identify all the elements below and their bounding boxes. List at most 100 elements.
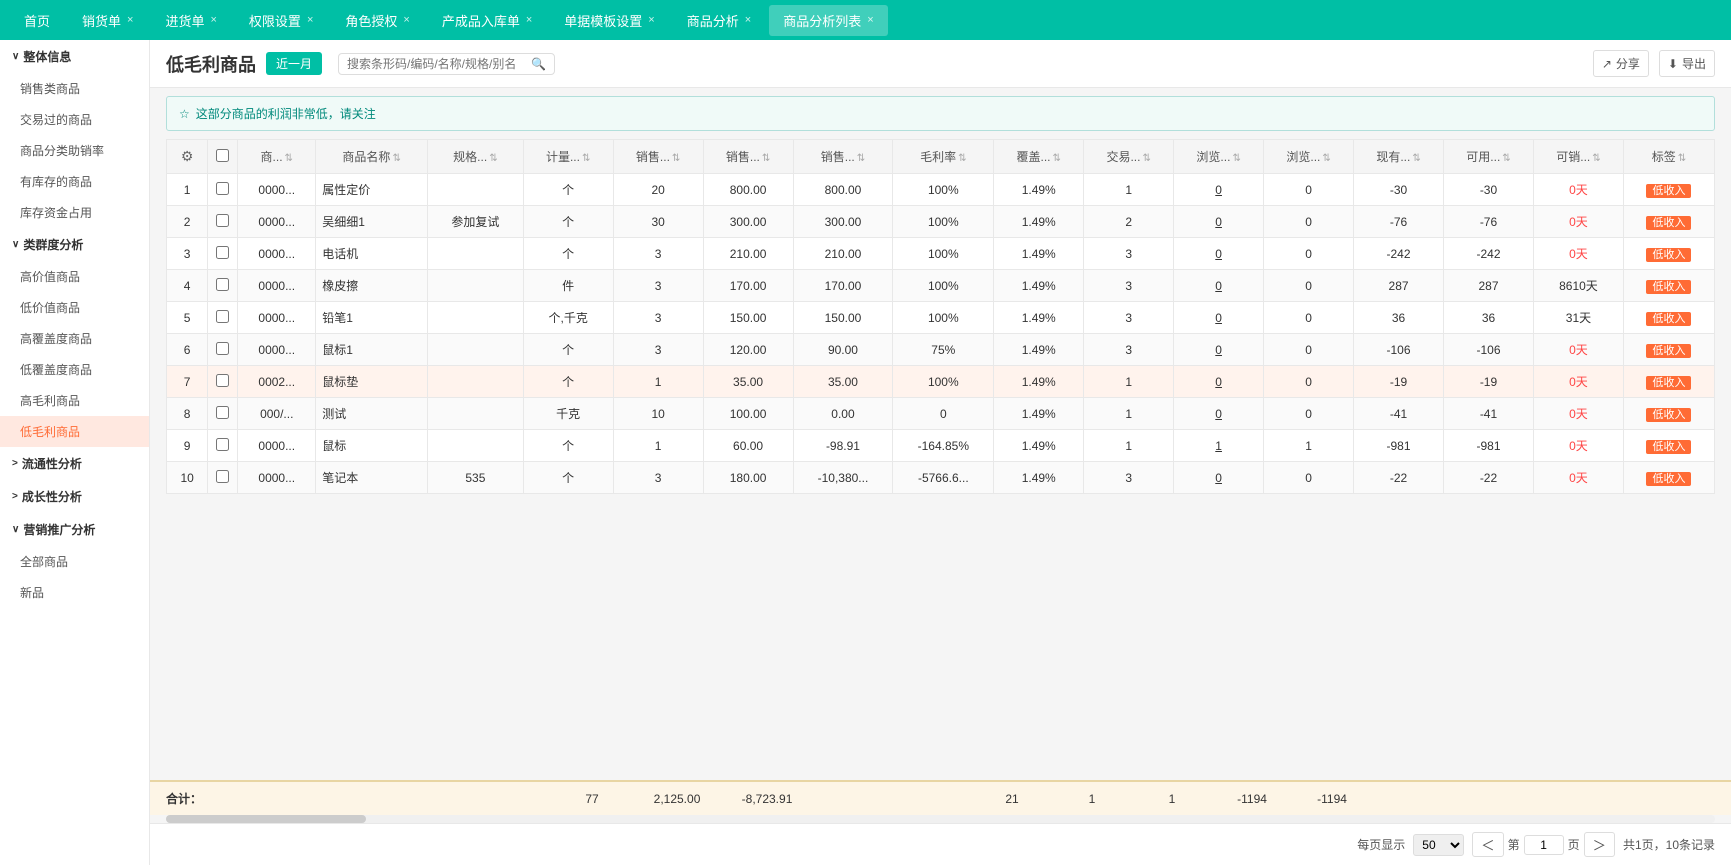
nav-item-商品分析[interactable]: 商品分析× [673, 5, 765, 36]
sidebar-item-高价值商品[interactable]: 高价值商品 [0, 261, 149, 292]
cell-view1[interactable]: 0 [1174, 238, 1264, 270]
nav-item-进货单[interactable]: 进货单× [151, 5, 230, 36]
sidebar-item-高毛利商品[interactable]: 高毛利商品 [0, 385, 149, 416]
cell-view1[interactable]: 0 [1174, 462, 1264, 494]
view-link[interactable]: 0 [1215, 279, 1222, 293]
select-all-checkbox[interactable] [216, 149, 229, 162]
page-number-input[interactable] [1524, 835, 1564, 855]
cell-checkbox[interactable] [208, 174, 238, 206]
nav-item-产成品入库单[interactable]: 产成品入库单× [428, 5, 546, 36]
cell-checkbox[interactable] [208, 206, 238, 238]
cell-checkbox[interactable] [208, 334, 238, 366]
col-header-name[interactable]: 商品名称⇅ [316, 140, 428, 174]
sidebar-item-交易过的商品[interactable]: 交易过的商品 [0, 104, 149, 135]
sidebar-item-低毛利商品[interactable]: 低毛利商品 [0, 416, 149, 447]
sidebar-item-高覆盖度商品[interactable]: 高覆盖度商品 [0, 323, 149, 354]
scrollbar-thumb[interactable] [166, 815, 366, 823]
sidebar-group-title-成长性分析[interactable]: > 成长性分析 [0, 480, 149, 513]
row-checkbox[interactable] [216, 246, 229, 259]
sidebar-item-全部商品[interactable]: 全部商品 [0, 546, 149, 577]
cell-view1[interactable]: 0 [1174, 302, 1264, 334]
per-page-select[interactable]: 50 100 200 [1413, 834, 1464, 856]
sidebar-group-title-营销推广分析[interactable]: ∨ 营销推广分析 [0, 513, 149, 546]
nav-close-icon[interactable]: × [210, 14, 216, 26]
cell-view1[interactable]: 0 [1174, 398, 1264, 430]
nav-close-icon[interactable]: × [307, 14, 313, 26]
view-link[interactable]: 1 [1215, 439, 1222, 453]
search-input[interactable] [347, 57, 527, 71]
row-checkbox[interactable] [216, 214, 229, 227]
col-header-code[interactable]: 商...⇅ [238, 140, 316, 174]
nav-item-单据模板设置[interactable]: 单据模板设置× [550, 5, 668, 36]
sidebar-item-商品分类助销率[interactable]: 商品分类助销率 [0, 135, 149, 166]
view-link[interactable]: 0 [1215, 311, 1222, 325]
row-checkbox[interactable] [216, 470, 229, 483]
cell-checkbox[interactable] [208, 398, 238, 430]
sidebar-group-title-整体信息[interactable]: ∨ 整体信息 [0, 40, 149, 73]
sidebar-item-销售类商品[interactable]: 销售类商品 [0, 73, 149, 104]
sidebar-item-低覆盖度商品[interactable]: 低覆盖度商品 [0, 354, 149, 385]
nav-close-icon[interactable]: × [867, 14, 873, 26]
col-header-checkbox[interactable] [208, 140, 238, 174]
cell-view1[interactable]: 0 [1174, 174, 1264, 206]
sidebar-item-新品[interactable]: 新品 [0, 577, 149, 608]
col-header-sales_qty[interactable]: 销售...⇅ [613, 140, 703, 174]
sidebar-group-title-类群度分析[interactable]: ∨ 类群度分析 [0, 228, 149, 261]
nav-close-icon[interactable]: × [127, 14, 133, 26]
cell-checkbox[interactable] [208, 302, 238, 334]
view-link[interactable]: 0 [1215, 247, 1222, 261]
cell-checkbox[interactable] [208, 270, 238, 302]
cell-view1[interactable]: 0 [1174, 334, 1264, 366]
col-header-transaction[interactable]: 交易...⇅ [1084, 140, 1174, 174]
row-checkbox[interactable] [216, 406, 229, 419]
row-checkbox[interactable] [216, 342, 229, 355]
settings-icon[interactable]: ⚙ [181, 148, 194, 164]
sidebar-item-低价值商品[interactable]: 低价值商品 [0, 292, 149, 323]
view-link[interactable]: 0 [1215, 215, 1222, 229]
prev-page-button[interactable]: ＜ [1472, 832, 1503, 857]
nav-item-角色授权[interactable]: 角色授权× [331, 5, 423, 36]
sidebar-item-库存资金占用[interactable]: 库存资金占用 [0, 197, 149, 228]
cell-view1[interactable]: 0 [1174, 366, 1264, 398]
nav-close-icon[interactable]: × [526, 14, 532, 26]
nav-item-商品分析列表[interactable]: 商品分析列表× [769, 5, 887, 36]
col-header-sellable_days[interactable]: 可销...⇅ [1533, 140, 1623, 174]
row-checkbox[interactable] [216, 310, 229, 323]
view-link[interactable]: 0 [1215, 471, 1222, 485]
cell-checkbox[interactable] [208, 430, 238, 462]
col-header-current_stock[interactable]: 现有...⇅ [1354, 140, 1444, 174]
row-checkbox[interactable] [216, 278, 229, 291]
period-button[interactable]: 近一月 [266, 52, 322, 75]
view-link[interactable]: 0 [1215, 407, 1222, 421]
search-icon[interactable]: 🔍 [531, 57, 546, 71]
col-header-view2[interactable]: 浏览...⇅ [1264, 140, 1354, 174]
cell-checkbox[interactable] [208, 238, 238, 270]
export-button[interactable]: ⬇ 导出 [1659, 50, 1715, 77]
col-header-spec[interactable]: 规格...⇅ [428, 140, 524, 174]
view-link[interactable]: 0 [1215, 183, 1222, 197]
nav-close-icon[interactable]: × [648, 14, 654, 26]
sidebar-item-有库存的商品[interactable]: 有库存的商品 [0, 166, 149, 197]
view-link[interactable]: 0 [1215, 375, 1222, 389]
nav-close-icon[interactable]: × [745, 14, 751, 26]
nav-item-销货单[interactable]: 销货单× [68, 5, 147, 36]
nav-item-权限设置[interactable]: 权限设置× [235, 5, 327, 36]
col-header-available_stock[interactable]: 可用...⇅ [1444, 140, 1534, 174]
share-button[interactable]: ↗ 分享 [1593, 50, 1649, 77]
col-header-sales_profit[interactable]: 销售...⇅ [793, 140, 893, 174]
sidebar-group-title-流通性分析[interactable]: > 流通性分析 [0, 447, 149, 480]
cell-view1[interactable]: 0 [1174, 270, 1264, 302]
row-checkbox[interactable] [216, 182, 229, 195]
cell-checkbox[interactable] [208, 366, 238, 398]
view-link[interactable]: 0 [1215, 343, 1222, 357]
row-checkbox[interactable] [216, 374, 229, 387]
horizontal-scrollbar[interactable] [166, 815, 1715, 823]
col-header-view1[interactable]: 浏览...⇅ [1174, 140, 1264, 174]
col-header-sales_amount[interactable]: 销售...⇅ [703, 140, 793, 174]
cell-view1[interactable]: 1 [1174, 430, 1264, 462]
nav-item-首页[interactable]: 首页 [10, 5, 64, 36]
cell-checkbox[interactable] [208, 462, 238, 494]
col-header-unit[interactable]: 计量...⇅ [523, 140, 613, 174]
next-page-button[interactable]: ＞ [1584, 832, 1615, 857]
nav-close-icon[interactable]: × [403, 14, 409, 26]
